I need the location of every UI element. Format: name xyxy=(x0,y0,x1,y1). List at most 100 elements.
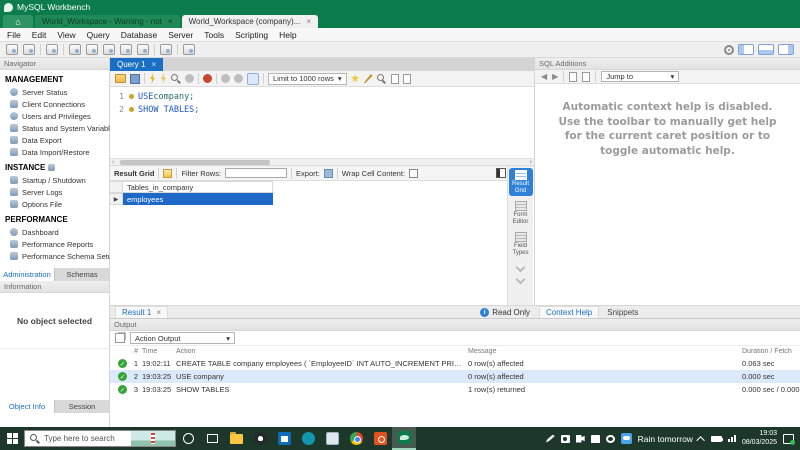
sidebar-item-performance-reports[interactable]: Performance Reports xyxy=(0,238,109,250)
panel-layout-icon[interactable] xyxy=(496,168,506,178)
close-icon[interactable]: × xyxy=(168,17,173,26)
cell-employees[interactable]: employees xyxy=(123,193,273,205)
beautify-sql-icon[interactable] xyxy=(363,74,373,83)
create-view-button[interactable] xyxy=(103,44,115,55)
menu-server[interactable]: Server xyxy=(168,30,193,40)
weather-icon[interactable] xyxy=(620,433,632,444)
forward-icon[interactable]: ▶ xyxy=(552,72,558,81)
jump-to-dropdown[interactable]: Jump to ▾ xyxy=(601,71,680,82)
output-row-2[interactable]: ✓ 2 19:03:25 USE company 0 row(s) affect… xyxy=(110,370,800,383)
execute-current-icon[interactable] xyxy=(161,73,166,84)
field-types-view-button[interactable]: Field Types xyxy=(509,230,533,258)
execute-statement-icon[interactable] xyxy=(150,73,155,84)
cortana-button[interactable] xyxy=(176,427,200,450)
tab-session[interactable]: Session xyxy=(54,400,109,413)
save-snippet-icon[interactable] xyxy=(350,74,360,83)
export-icon[interactable] xyxy=(323,168,333,178)
close-icon[interactable]: × xyxy=(156,308,161,317)
save-icon[interactable] xyxy=(130,73,140,84)
sidebar-item-startup-shutdown[interactable]: Startup / Shutdown xyxy=(0,174,109,186)
battery-icon[interactable] xyxy=(710,435,724,442)
sidebar-item-performance-schema-setup[interactable]: Performance Schema Setup xyxy=(0,250,116,262)
toggle-stop-on-error-icon[interactable] xyxy=(203,74,212,83)
toggle-auto-help-icon[interactable] xyxy=(582,71,591,82)
video-recorder-icon[interactable] xyxy=(575,434,585,443)
scrollbar-thumb[interactable] xyxy=(120,160,270,165)
back-icon[interactable]: ◀ xyxy=(541,72,547,81)
sidebar-item-status-variables[interactable]: Status and System Variables xyxy=(0,122,118,134)
sidebar-item-dashboard[interactable]: Dashboard xyxy=(0,226,109,238)
explain-plan-icon[interactable] xyxy=(171,73,181,84)
tab-schemas[interactable]: Schemas xyxy=(54,268,109,281)
wrap-cell-content-icon[interactable] xyxy=(409,168,419,178)
create-schema-button[interactable] xyxy=(69,44,81,55)
sidebar-item-client-connections[interactable]: Client Connections xyxy=(0,98,109,110)
tab-world-workspace-warning[interactable]: World_Workspace - Warning - not × xyxy=(35,15,180,28)
column-header-tables-in-company[interactable]: Tables_in_company xyxy=(123,181,273,193)
taskbar-search-input[interactable]: Type here to search xyxy=(24,430,176,447)
output-row-1[interactable]: ✓ 1 19:02:11 CREATE TABLE company employ… xyxy=(110,357,800,370)
reconnect-button[interactable] xyxy=(183,44,195,55)
menu-tools[interactable]: Tools xyxy=(204,30,224,40)
menu-file[interactable]: File xyxy=(7,30,21,40)
editor-horizontal-scrollbar[interactable]: ‹ › xyxy=(110,158,534,166)
find-icon[interactable] xyxy=(376,73,387,84)
notepad-button[interactable] xyxy=(320,427,344,450)
form-editor-view-button[interactable]: Form Editor xyxy=(509,199,533,227)
network-icon[interactable] xyxy=(727,435,736,442)
preferences-gear-icon[interactable] xyxy=(724,44,734,55)
new-connection-button[interactable] xyxy=(46,44,58,55)
autocommit-toggle-icon[interactable] xyxy=(247,72,259,85)
result-grid-view-button[interactable]: Result Grid xyxy=(508,168,533,197)
sidebar-item-data-export[interactable]: Data Export xyxy=(0,134,109,146)
tab-snippets[interactable]: Snippets xyxy=(601,308,644,317)
weather-label[interactable]: Rain tomorrow xyxy=(638,434,693,444)
close-icon[interactable]: × xyxy=(151,60,156,69)
grid-data-row[interactable]: ▶ employees xyxy=(110,193,280,205)
microsoft-store-button[interactable] xyxy=(272,427,296,450)
tab-result1[interactable]: Result 1 × xyxy=(115,306,169,318)
menu-edit[interactable]: Edit xyxy=(32,30,47,40)
toggle-left-sidebar-button[interactable] xyxy=(738,44,754,55)
sidebar-item-server-logs[interactable]: Server Logs xyxy=(0,186,109,198)
tab-object-info[interactable]: Object Info xyxy=(0,400,54,413)
tab-query1[interactable]: Query 1 × xyxy=(110,58,164,71)
capture-settings-gear-icon[interactable] xyxy=(605,434,615,443)
sidebar-item-options-file[interactable]: Options File xyxy=(0,198,109,210)
pen-tool-icon[interactable] xyxy=(545,434,555,443)
grid-options-icon[interactable] xyxy=(163,168,173,178)
tab-administration[interactable]: Administration xyxy=(0,268,54,281)
hidden-icons-chevron-icon[interactable] xyxy=(696,435,705,445)
start-button[interactable] xyxy=(0,427,24,450)
filter-rows-input[interactable] xyxy=(225,168,288,178)
task-view-button[interactable] xyxy=(200,427,224,450)
teal-app-button[interactable] xyxy=(296,427,320,450)
create-table-button[interactable] xyxy=(86,44,98,55)
camera-icon[interactable] xyxy=(560,434,570,443)
toggle-right-sidebar-button[interactable] xyxy=(778,44,794,55)
sql-code-editor[interactable]: 1 USE company; 2 SHOW TABLES; xyxy=(110,87,534,158)
home-tab[interactable]: ⌂ xyxy=(3,15,33,28)
scroll-left-icon[interactable]: ‹ xyxy=(112,159,114,167)
context-help-icon[interactable] xyxy=(569,71,578,82)
chrome-button[interactable] xyxy=(344,427,368,450)
open-script-button[interactable] xyxy=(23,44,35,55)
open-file-icon[interactable] xyxy=(115,74,126,83)
capture-folder-icon[interactable] xyxy=(590,434,600,443)
output-row-3[interactable]: ✓ 3 19:03:25 SHOW TABLES 1 row(s) return… xyxy=(110,383,800,396)
row-limit-dropdown[interactable]: Limit to 1000 rows ▾ xyxy=(268,72,347,85)
tab-context-help[interactable]: Context Help xyxy=(539,306,600,318)
menu-scripting[interactable]: Scripting xyxy=(235,30,268,40)
menu-help[interactable]: Help xyxy=(279,30,296,40)
sidebar-item-server-status[interactable]: Server Status xyxy=(0,86,109,98)
close-icon[interactable]: × xyxy=(306,17,311,26)
search-data-button[interactable] xyxy=(160,44,172,55)
wrap-text-icon[interactable] xyxy=(402,73,411,84)
github-button[interactable] xyxy=(248,427,272,450)
menu-view[interactable]: View xyxy=(57,30,75,40)
invisible-chars-icon[interactable] xyxy=(390,73,399,84)
create-function-button[interactable] xyxy=(137,44,149,55)
output-type-dropdown[interactable]: Action Output ▾ xyxy=(130,332,235,344)
mysql-workbench-taskbar-button[interactable] xyxy=(392,427,416,450)
file-explorer-button[interactable] xyxy=(224,427,248,450)
